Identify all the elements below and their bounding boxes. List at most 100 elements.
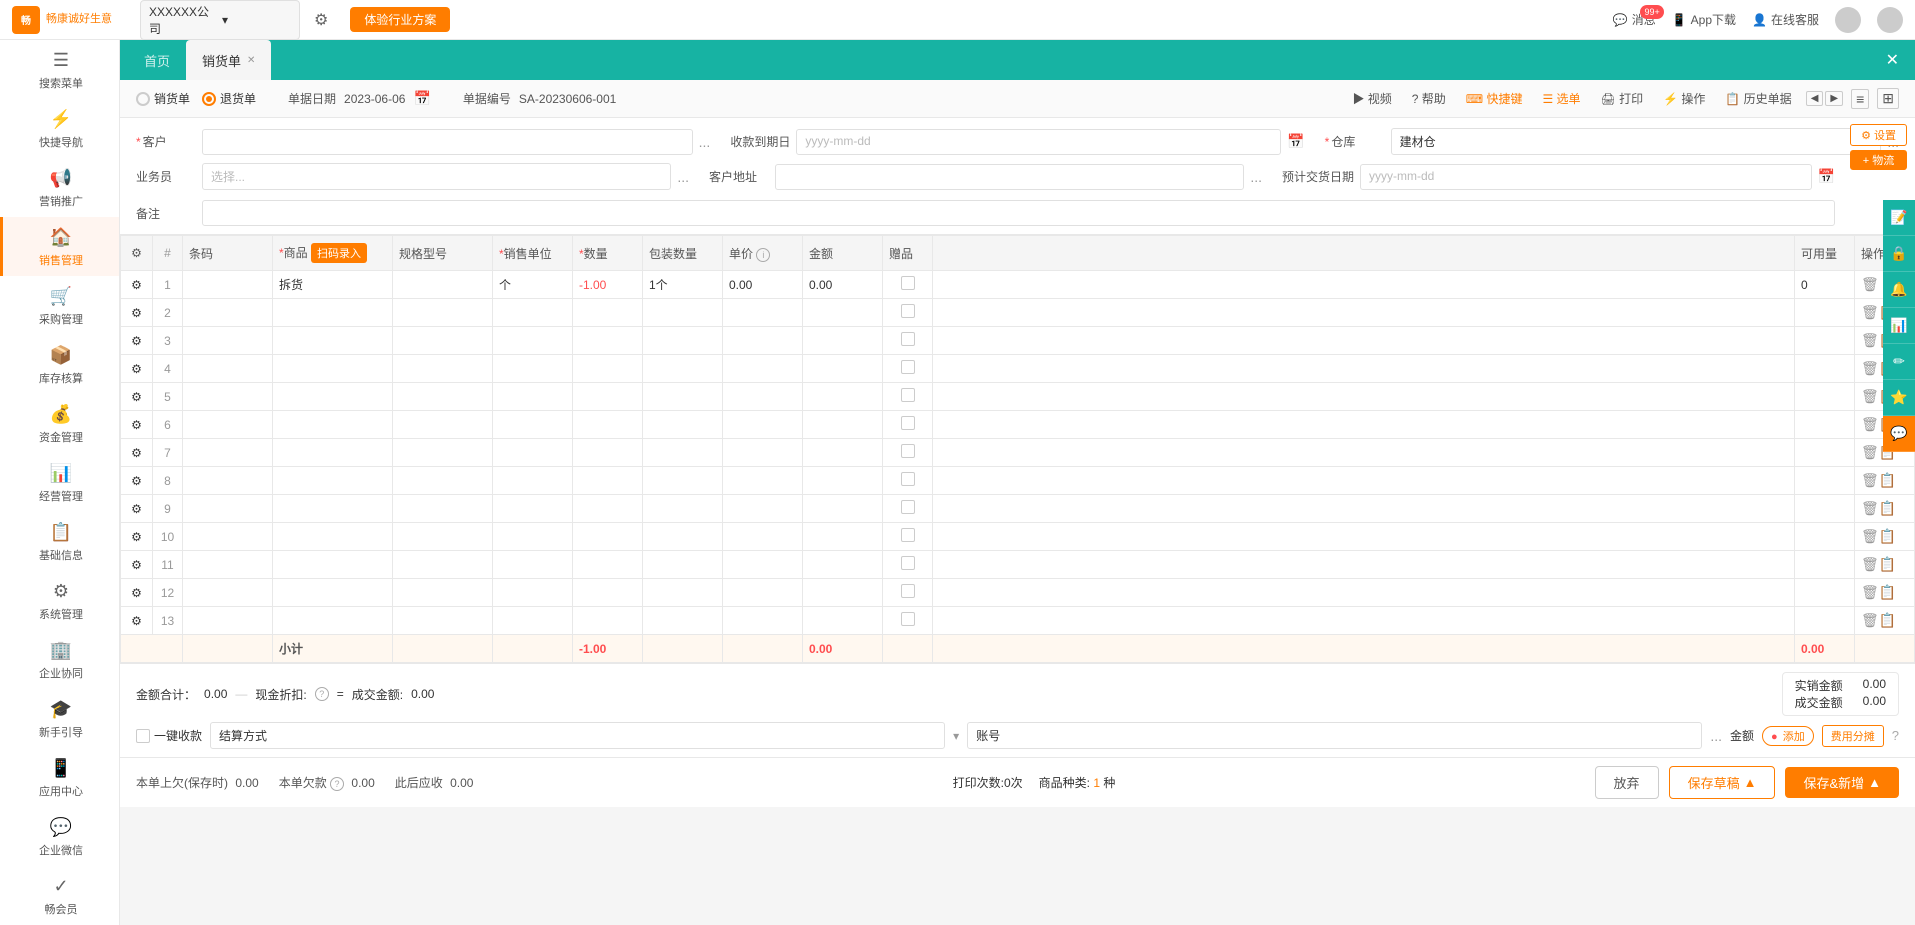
salesperson-input[interactable]: 选择... — [202, 163, 671, 190]
app-download-btn[interactable]: 📱 App下载 — [1672, 11, 1736, 28]
price-info-icon[interactable]: i — [756, 248, 770, 262]
r-settings[interactable]: ⚙ — [121, 355, 153, 383]
save-new-button[interactable]: 保存&新增 ▲ — [1785, 767, 1899, 798]
row1-goods[interactable]: 拆货 — [273, 271, 393, 299]
r-settings[interactable]: ⚙ — [121, 579, 153, 607]
row1-delete-btn[interactable]: 🗑 — [1861, 276, 1879, 293]
sidebar-item-finance[interactable]: 💰 资金管理 — [0, 394, 119, 453]
row1-qty[interactable]: -1.00 — [573, 271, 643, 299]
r-settings[interactable]: ⚙ — [121, 327, 153, 355]
fee-help-icon[interactable]: ? — [1892, 728, 1899, 743]
copy-btn[interactable]: 📋 — [1879, 612, 1896, 629]
copy-btn[interactable]: 📋 — [1879, 556, 1896, 573]
company-selector[interactable]: XXXXXX公司 ▾ — [140, 0, 300, 40]
tab-sales-order[interactable]: 销货单 ✕ — [186, 40, 271, 80]
view-grid-btn[interactable]: ⊞ — [1877, 88, 1899, 109]
history-btn[interactable]: 📋 历史单据 — [1719, 88, 1797, 109]
operate-btn[interactable]: ⚡ 操作 — [1657, 88, 1711, 109]
sidebar-item-sales[interactable]: 🏠 销售管理 — [0, 217, 119, 276]
fee-split-btn[interactable]: 费用分摊 — [1822, 725, 1884, 747]
sidebar-item-guide[interactable]: 🎓 新手引导 — [0, 689, 119, 748]
select-btn[interactable]: ☰ 选单 — [1536, 88, 1586, 109]
row1-price[interactable]: 0.00 — [723, 271, 803, 299]
rt-btn-2[interactable]: 🔒 — [1883, 236, 1915, 272]
one-click-pay-checkbox[interactable]: 一键收款 — [136, 727, 202, 744]
copy-btn[interactable]: 📋 — [1879, 584, 1896, 601]
payment-due-input[interactable]: yyyy-mm-dd — [796, 129, 1281, 155]
customer-addr-ellipsis[interactable]: ... — [1250, 169, 1262, 185]
logistics-btn[interactable]: + 物流 — [1850, 150, 1907, 170]
rt-btn-4[interactable]: 📊 — [1883, 308, 1915, 344]
rt-btn-7[interactable]: 💬 — [1883, 416, 1915, 452]
note-input[interactable] — [202, 200, 1835, 226]
delete-btn[interactable]: 🗑 — [1861, 332, 1879, 349]
rt-btn-3[interactable]: 🔔 — [1883, 272, 1915, 308]
r-settings[interactable]: ⚙ — [121, 467, 153, 495]
tab-home[interactable]: 首页 — [128, 40, 186, 80]
view-list-btn[interactable]: ≡ — [1851, 89, 1869, 109]
sidebar-item-quick-nav[interactable]: ⚡ 快捷导航 — [0, 99, 119, 158]
row1-barcode[interactable] — [183, 271, 273, 299]
r-settings[interactable]: ⚙ — [121, 523, 153, 551]
r-settings[interactable]: ⚙ — [121, 383, 153, 411]
settlement-method-input[interactable]: 结算方式 — [210, 722, 945, 749]
sidebar-item-search[interactable]: ☰ 搜索菜单 — [0, 40, 119, 99]
delete-btn[interactable]: 🗑 — [1861, 304, 1879, 321]
delivery-calendar-icon[interactable]: 📅 — [1818, 168, 1835, 185]
row1-amount[interactable]: 0.00 — [803, 271, 883, 299]
discount-info-icon[interactable]: ? — [315, 687, 329, 701]
print-btn[interactable]: 🖨 打印 — [1595, 88, 1650, 109]
delete-btn[interactable]: 🗑 — [1861, 388, 1879, 405]
r-settings[interactable]: ⚙ — [121, 299, 153, 327]
sidebar-item-vip[interactable]: ✓ 畅会员 — [0, 866, 119, 925]
shortcut-btn[interactable]: ⌨ 快捷键 — [1460, 88, 1529, 109]
settings-icon-btn[interactable]: ⚙ — [308, 8, 334, 32]
settings-right-btn[interactable]: ⚙ 设置 — [1850, 124, 1907, 146]
r-settings[interactable]: ⚙ — [121, 551, 153, 579]
help-btn[interactable]: ? 帮助 — [1406, 88, 1452, 109]
message-btn[interactable]: 💬 消息 99+ — [1613, 11, 1656, 28]
copy-btn[interactable]: 📋 — [1879, 472, 1896, 489]
delete-btn[interactable]: 🗑 — [1861, 472, 1879, 489]
row1-settings[interactable]: ⚙ — [121, 271, 153, 299]
sidebar-item-enterprise[interactable]: 🏢 企业协同 — [0, 630, 119, 689]
trial-button[interactable]: 体验行业方案 — [350, 7, 450, 32]
sidebar-item-inventory[interactable]: 📦 库存核算 — [0, 335, 119, 394]
account-input[interactable]: 账号 — [967, 722, 1702, 749]
nav-prev-btn[interactable]: ◀ — [1806, 91, 1824, 106]
user-avatar[interactable] — [1835, 7, 1861, 33]
sidebar-item-system[interactable]: ⚙ 系统管理 — [0, 571, 119, 630]
row1-gift[interactable] — [883, 271, 933, 299]
payment-calendar-icon[interactable]: 📅 — [1287, 133, 1304, 150]
tab-close-all-btn[interactable]: ✕ — [1878, 46, 1907, 74]
online-support-btn[interactable]: 👤 在线客服 — [1752, 11, 1819, 28]
dropdown-icon[interactable]: ▾ — [953, 729, 959, 743]
delete-btn[interactable]: 🗑 — [1861, 500, 1879, 517]
video-btn[interactable]: ▶ 视频 — [1346, 88, 1397, 109]
delete-btn[interactable]: 🗑 — [1861, 612, 1879, 629]
add-payment-btn[interactable]: ● 添加 — [1762, 726, 1814, 746]
row1-pkg[interactable]: 1个 — [643, 271, 723, 299]
customer-addr-input[interactable] — [775, 164, 1244, 190]
cumulative-info-icon[interactable]: ? — [330, 777, 344, 791]
delivery-date-input[interactable]: yyyy-mm-dd — [1360, 164, 1812, 190]
r-settings[interactable]: ⚙ — [121, 607, 153, 635]
delete-btn[interactable]: 🗑 — [1861, 584, 1879, 601]
copy-btn[interactable]: 📋 — [1879, 500, 1896, 517]
sidebar-item-purchase[interactable]: 🛒 采购管理 — [0, 276, 119, 335]
row1-unit[interactable]: 个 — [493, 271, 573, 299]
scan-barcode-btn[interactable]: 扫码录入 — [311, 243, 367, 263]
r-settings[interactable]: ⚙ — [121, 411, 153, 439]
delete-btn[interactable]: 🗑 — [1861, 528, 1879, 545]
customer-input[interactable] — [202, 129, 693, 155]
r-settings[interactable]: ⚙ — [121, 495, 153, 523]
nav-next-btn[interactable]: ▶ — [1825, 91, 1843, 106]
sidebar-item-marketing[interactable]: 📢 营销推广 — [0, 158, 119, 217]
delete-btn[interactable]: 🗑 — [1861, 416, 1879, 433]
delete-btn[interactable]: 🗑 — [1861, 360, 1879, 377]
customer-ellipsis[interactable]: ... — [699, 134, 711, 150]
discard-button[interactable]: 放弃 — [1595, 766, 1659, 799]
delete-btn[interactable]: 🗑 — [1861, 556, 1879, 573]
copy-btn[interactable]: 📋 — [1879, 528, 1896, 545]
delete-btn[interactable]: 🗑 — [1861, 444, 1879, 461]
